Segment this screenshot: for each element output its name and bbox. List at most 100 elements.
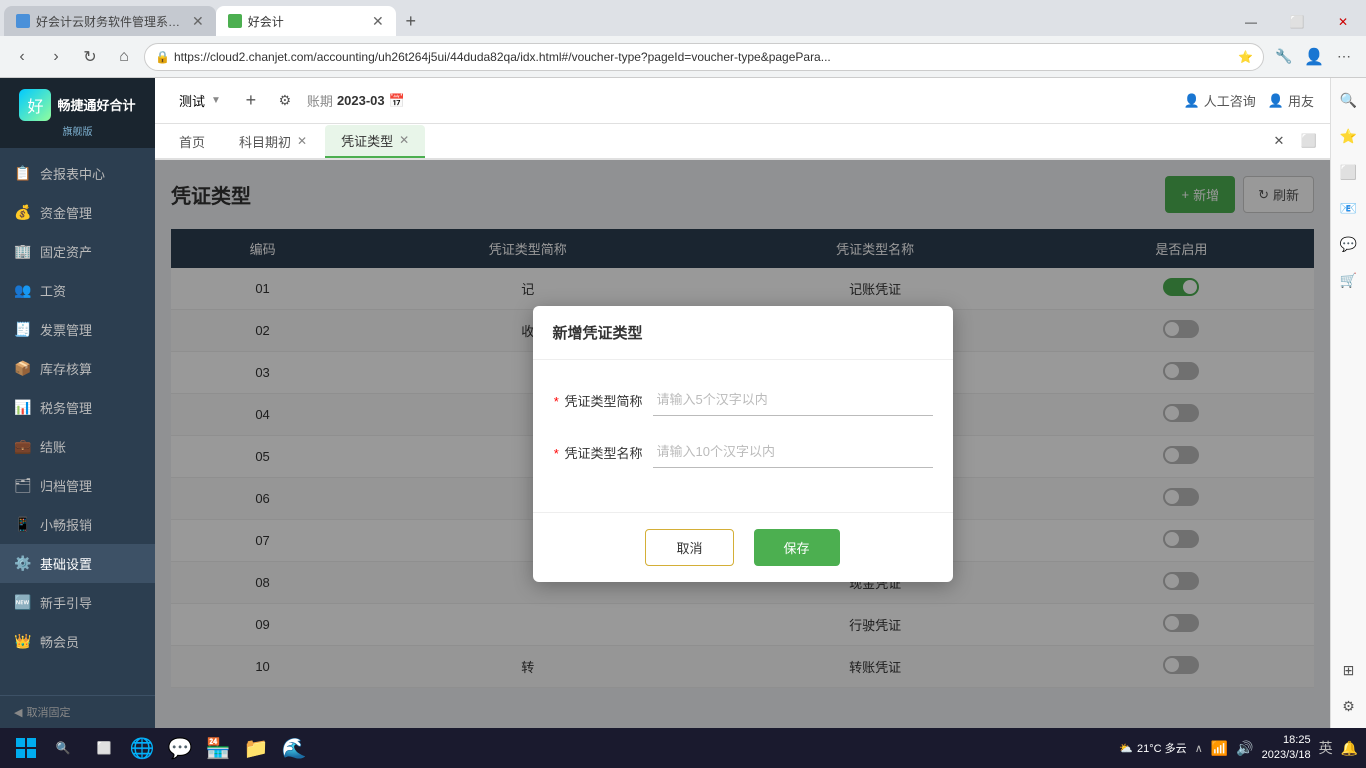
sidebar: 好 畅捷通好合计 旗舰版 📋 会报表中心 💰 资金管理 🏢 固定资产 [0,78,155,728]
tab-subject-close[interactable]: ✕ [297,134,307,148]
tab-maximize-button[interactable]: ⬜ [1296,128,1322,154]
right-tool-chat[interactable]: 💬 [1335,230,1363,258]
sidebar-item-label-settings: 基础设置 [40,554,92,573]
taskbar-app-multidesk[interactable]: ⬜ [86,730,122,766]
inventory-icon: 📦 [14,360,32,378]
dialog-save-button[interactable]: 保存 [754,529,840,566]
assets-icon: 🏢 [14,243,32,261]
bookmark-icon[interactable]: ⭐ [1238,50,1253,64]
taskbar-apps: ⬜ 🌐 💬 🏪 📁 🌊 [86,730,312,766]
taskbar-arrows[interactable]: ∧ [1195,742,1203,755]
sidebar-logo: 好 畅捷通好合计 旗舰版 [0,78,155,148]
sidebar-item-inventory[interactable]: 📦 库存核算 [0,349,155,388]
sidebar-item-salary[interactable]: 👥 工资 [0,271,155,310]
new-tab-button[interactable]: + [396,6,426,36]
tab1-close[interactable]: ✕ [192,13,204,30]
sidebar-item-guide[interactable]: 🆕 新手引导 [0,583,155,622]
maximize-button[interactable]: ⬜ [1274,8,1320,36]
user-button[interactable]: 👤 用友 [1268,91,1314,110]
right-tool-search[interactable]: 🔍 [1335,86,1363,114]
logo-icon: 好 [19,89,51,121]
field-name-input[interactable] [653,436,933,468]
browser-tab-2[interactable]: 好会计 ✕ [216,6,396,36]
sidebar-item-checkout[interactable]: 💼 结账 [0,427,155,466]
field-short-input[interactable] [653,384,933,416]
volume-icon[interactable]: 🔊 [1236,740,1253,757]
sidebar-item-label-finance: 资金管理 [40,203,92,222]
sidebar-item-expense[interactable]: 📱 小畅报销 [0,505,155,544]
form-label-name: * 凭证类型名称 [553,443,643,462]
notification-icon[interactable]: 🔔 [1341,740,1358,757]
right-tool-outlook[interactable]: 📧 [1335,194,1363,222]
forward-button[interactable]: › [42,43,70,71]
sidebar-item-archive[interactable]: 🗂 归档管理 [0,466,155,505]
company-selector[interactable]: 测试 ▼ [171,87,229,114]
checkout-icon: 💼 [14,438,32,456]
right-tool-apps[interactable]: ⬜ [1335,158,1363,186]
topbar-period: 账期 2023-03 📅 [307,91,405,110]
consult-icon: 👤 [1184,93,1200,109]
sidebar-item-settings[interactable]: ⚙️ 基础设置 [0,544,155,583]
weather-icon: ⛅ [1119,742,1133,755]
cancel-pin-button[interactable]: ◀ 取消固定 [14,704,141,720]
tab-subject[interactable]: 科目期初 ✕ [223,126,323,157]
url-text: https://cloud2.chanjet.com/accounting/uh… [174,50,1234,64]
tab-voucher-close[interactable]: ✕ [399,133,409,147]
lock-icon: 🔒 [155,50,170,64]
archive-icon: 🗂 [14,477,32,495]
tab-home[interactable]: 首页 [163,126,221,157]
consult-label: 人工咨询 [1204,91,1256,110]
back-button[interactable]: ‹ [8,43,36,71]
tab-voucher-type[interactable]: 凭证类型 ✕ [325,125,425,158]
taskbar-app-files[interactable]: 📁 [238,730,274,766]
taskbar-right: ⛅ 21°C 多云 ∧ 📶 🔊 18:25 2023/3/18 英 🔔 [1119,733,1358,764]
url-bar[interactable]: 🔒 https://cloud2.chanjet.com/accounting/… [144,43,1264,71]
logo-badge: 旗舰版 [63,123,93,138]
sidebar-item-tax[interactable]: 📊 税务管理 [0,388,155,427]
consult-button[interactable]: 👤 人工咨询 [1184,91,1256,110]
sidebar-item-reports[interactable]: 📋 会报表中心 [0,154,155,193]
sidebar-item-finance[interactable]: 💰 资金管理 [0,193,155,232]
right-tool-shopping[interactable]: 🛒 [1335,266,1363,294]
reload-button[interactable]: ↻ [76,43,104,71]
weather-text: 21°C 多云 [1137,740,1187,756]
date-display: 2023/3/18 [1262,748,1311,763]
browser-tab-1[interactable]: 好会计云财务软件管理系统_会计 ✕ [4,6,216,36]
dialog-footer: 取消 保存 [533,512,953,582]
menu-button[interactable]: ⋯ [1330,43,1358,71]
lang-indicator[interactable]: 英 [1319,738,1333,758]
minimize-button[interactable]: — [1228,8,1274,36]
right-tool-grid[interactable]: ⊞ [1335,656,1363,684]
taskbar-app-chrome[interactable]: 🌐 [124,730,160,766]
tab2-label: 好会计 [248,13,284,30]
sidebar-item-invoice[interactable]: 🧾 发票管理 [0,310,155,349]
taskbar-app-edge[interactable]: 🌊 [276,730,312,766]
form-row-name: * 凭证类型名称 [553,436,933,468]
home-button[interactable]: ⌂ [110,43,138,71]
network-icon[interactable]: 📶 [1211,740,1228,757]
invoice-icon: 🧾 [14,321,32,339]
topbar-settings-button[interactable]: ⚙ [273,89,297,113]
tax-icon: 📊 [14,399,32,417]
sidebar-item-member[interactable]: 👑 畅会员 [0,622,155,661]
dialog-cancel-button[interactable]: 取消 [645,529,733,566]
field-short-label: 凭证类型简称 [564,394,642,409]
taskbar-clock[interactable]: 18:25 2023/3/18 [1262,733,1311,764]
profile-button[interactable]: 👤 [1300,43,1328,71]
form-row-short: * 凭证类型简称 [553,384,933,416]
right-tool-star[interactable]: ⭐ [1335,122,1363,150]
tab-close-all-button[interactable]: ✕ [1266,128,1292,154]
taskbar-app-store[interactable]: 🏪 [200,730,236,766]
right-tool-settings[interactable]: ⚙ [1335,692,1363,720]
start-button[interactable] [8,730,44,766]
app-container: 好 畅捷通好合计 旗舰版 📋 会报表中心 💰 资金管理 🏢 固定资产 [0,78,1366,728]
weather-widget[interactable]: ⛅ 21°C 多云 [1119,740,1186,756]
calendar-icon[interactable]: 📅 [389,93,405,109]
extensions-button[interactable]: 🔧 [1270,43,1298,71]
add-company-button[interactable]: + [239,89,263,113]
tab2-close[interactable]: ✕ [372,13,384,30]
sidebar-item-assets[interactable]: 🏢 固定资产 [0,232,155,271]
close-window-button[interactable]: ✕ [1320,8,1366,36]
taskbar-search-button[interactable]: 🔍 [48,733,78,763]
taskbar-app-wechat[interactable]: 💬 [162,730,198,766]
